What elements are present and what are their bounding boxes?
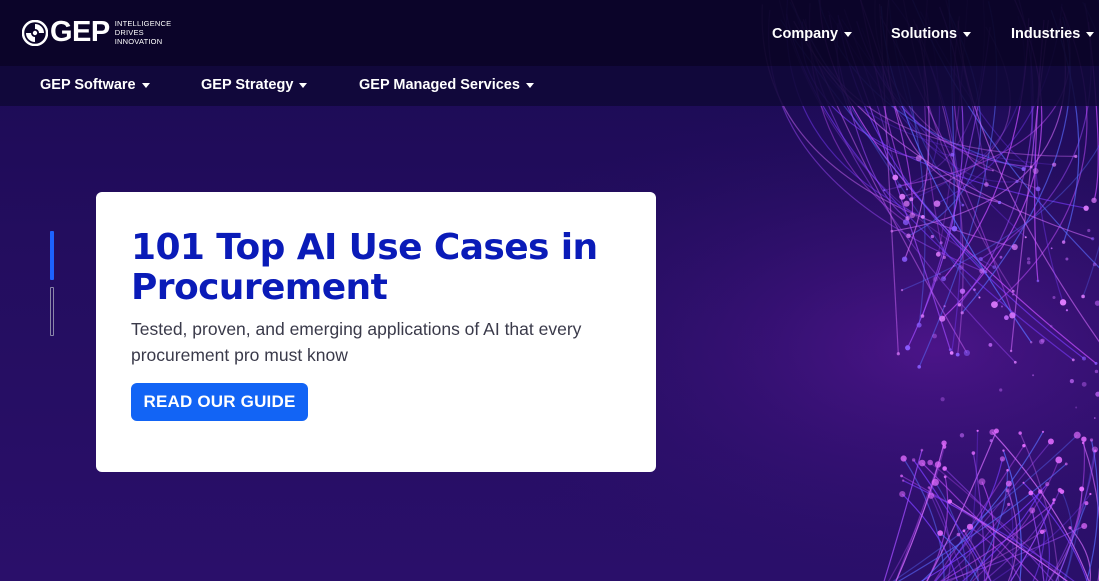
slide-indicator[interactable] [50, 287, 54, 336]
sub-nav-label: GEP Strategy [201, 77, 294, 93]
top-nav-label: Industries [1011, 26, 1081, 42]
sub-nav-label: GEP Software [40, 77, 136, 93]
slide-indicator-active[interactable] [50, 231, 54, 280]
top-header: GEP INTELLIGENCE DRIVES INNOVATION Compa… [0, 0, 1099, 66]
top-nav-company[interactable]: Company [772, 26, 853, 42]
top-nav-solutions[interactable]: Solutions [891, 26, 972, 42]
read-guide-button[interactable]: READ OUR GUIDE [131, 383, 308, 421]
chevron-down-icon [844, 32, 853, 37]
secondary-nav: GEP Software GEP Strategy GEP Managed Se… [0, 66, 1099, 106]
hero-title: 101 Top AI Use Cases in Procurement [131, 227, 598, 308]
chevron-down-icon [963, 32, 972, 37]
top-nav-industries[interactable]: Industries [1011, 26, 1095, 42]
top-nav-label: Company [772, 26, 839, 42]
page: GEP INTELLIGENCE DRIVES INNOVATION Compa… [0, 0, 1099, 581]
sub-nav-label: GEP Managed Services [359, 77, 520, 93]
sub-nav-gep-strategy[interactable]: GEP Strategy [201, 77, 308, 93]
hero-card: 101 Top AI Use Cases in Procurement Test… [96, 192, 656, 472]
sub-nav-gep-software[interactable]: GEP Software [40, 77, 150, 93]
hero-subtitle: Tested, proven, and emerging application… [131, 319, 582, 365]
chevron-down-icon [525, 83, 534, 88]
top-nav-label: Solutions [891, 26, 958, 42]
chevron-down-icon [299, 83, 308, 88]
top-nav: Company Solutions Industries [0, 26, 1099, 46]
sub-nav-gep-managed-services[interactable]: GEP Managed Services [359, 77, 534, 93]
chevron-down-icon [141, 83, 150, 88]
chevron-down-icon [1086, 32, 1095, 37]
